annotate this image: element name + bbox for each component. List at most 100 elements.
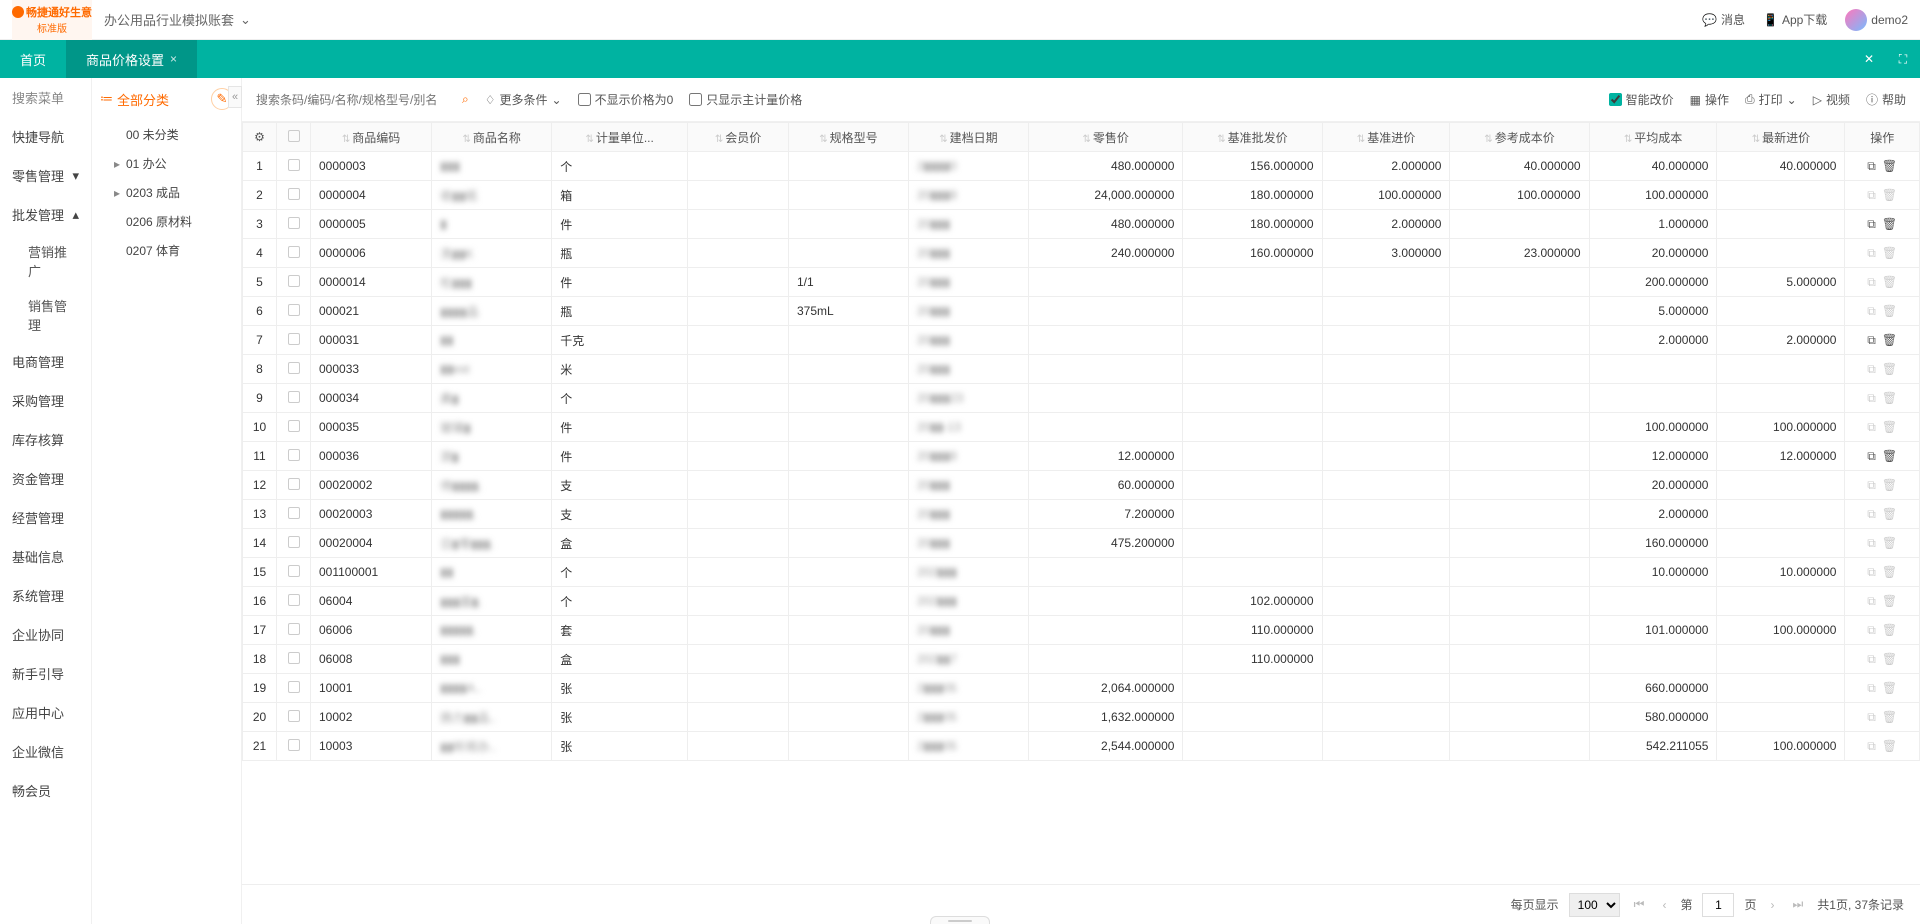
main-unit-checkbox[interactable]: 只显示主计量价格 [689, 91, 802, 108]
category-item[interactable]: 0206 原材料 [100, 207, 233, 236]
table-row[interactable]: 11000036测▮件20▮▮▮812.00000012.00000012.00… [243, 442, 1920, 471]
first-page-button[interactable]: ⏮ [1630, 897, 1649, 912]
per-page-select[interactable]: 100 [1569, 893, 1620, 917]
delete-row-button[interactable]: 🗑 [1882, 681, 1897, 696]
search-input[interactable] [256, 93, 456, 107]
category-item[interactable]: 0207 体育 [100, 236, 233, 265]
delete-row-button[interactable]: 🗑 [1882, 710, 1897, 725]
fullscreen-button[interactable]: ⛶ [1886, 52, 1920, 67]
search-icon[interactable]: ⌕ [462, 92, 469, 107]
nav-item[interactable]: 新手引导 [0, 654, 91, 693]
nav-item[interactable]: 资金管理 [0, 459, 91, 498]
nav-item[interactable]: 经营管理 [0, 498, 91, 537]
row-checkbox[interactable] [288, 304, 300, 316]
smart-price-button[interactable]: 智能改价 [1609, 91, 1674, 108]
category-item[interactable]: ▸01 办公 [100, 149, 233, 178]
column-header[interactable]: ⇅会员价 [688, 123, 789, 152]
copy-row-button[interactable]: ⧉ [1867, 507, 1876, 522]
table-row[interactable]: 2010002扬力▮▮品..张2▮▮▮051,632.000000580.000… [243, 703, 1920, 732]
column-header[interactable]: ⇅计量单位... [552, 123, 688, 152]
delete-row-button[interactable]: 🗑 [1882, 275, 1897, 290]
row-checkbox[interactable] [288, 565, 300, 577]
delete-row-button[interactable]: 🗑 [1882, 652, 1897, 667]
copy-row-button[interactable]: ⧉ [1867, 188, 1876, 203]
nav-item[interactable]: 批发管理▴ [0, 195, 91, 234]
nav-search[interactable]: 搜索菜单 [0, 78, 91, 117]
copy-row-button[interactable]: ⧉ [1867, 623, 1876, 638]
table-row[interactable]: 10000035玻璃▮件20▮▮-13100.000000100.000000⧉… [243, 413, 1920, 442]
operations-button[interactable]: ▦操作 [1690, 91, 1729, 108]
delete-row-button[interactable]: 🗑 [1882, 333, 1897, 348]
table-row[interactable]: 7000031▮▮千克20▮▮▮2.0000002.000000⧉🗑 [243, 326, 1920, 355]
row-checkbox[interactable] [288, 681, 300, 693]
tab-home[interactable]: 首页 [0, 40, 66, 78]
column-header[interactable]: 操作 [1845, 123, 1920, 152]
table-scroll[interactable]: ⚙⇅商品编码⇅商品名称⇅计量单位...⇅会员价⇅规格型号⇅建档日期⇅零售价⇅基准… [242, 122, 1920, 884]
page-input[interactable] [1702, 893, 1734, 917]
nav-item[interactable]: 系统管理 [0, 576, 91, 615]
table-row[interactable]: 15001100001▮▮个202▮▮▮10.00000010.000000⧉🗑 [243, 558, 1920, 587]
delete-row-button[interactable]: 🗑 [1882, 391, 1897, 406]
copy-row-button[interactable]: ⧉ [1867, 246, 1876, 261]
row-checkbox[interactable] [288, 623, 300, 635]
row-checkbox[interactable] [288, 159, 300, 171]
copy-row-button[interactable]: ⧉ [1867, 333, 1876, 348]
tab-price-settings[interactable]: 商品价格设置× [66, 40, 197, 78]
more-filters-button[interactable]: ♢更多条件⌄ [485, 91, 562, 108]
close-icon[interactable]: × [170, 52, 177, 66]
nav-item[interactable]: 库存核算 [0, 420, 91, 459]
copy-row-button[interactable]: ⧉ [1867, 652, 1876, 667]
column-header[interactable] [277, 123, 311, 152]
table-row[interactable]: 1300020003▮▮▮▮▮.支20▮▮▮7.2000002.000000⧉🗑 [243, 500, 1920, 529]
row-checkbox[interactable] [288, 507, 300, 519]
table-row[interactable]: 50000014杜▮▮▮件1/120▮▮▮200.0000005.000000⧉… [243, 268, 1920, 297]
copy-row-button[interactable]: ⧉ [1867, 217, 1876, 232]
row-checkbox[interactable] [288, 362, 300, 374]
table-row[interactable]: 1400020004日▮零▮▮▮.盒20▮▮▮475.200000160.000… [243, 529, 1920, 558]
nav-item[interactable]: 采购管理 [0, 381, 91, 420]
nav-item[interactable]: 应用中心 [0, 693, 91, 732]
column-header[interactable]: ⇅规格型号 [788, 123, 908, 152]
copy-row-button[interactable]: ⧉ [1867, 594, 1876, 609]
table-row[interactable]: 20000004收▮▮纸箱20▮▮▮824,000.000000180.0000… [243, 181, 1920, 210]
copy-row-button[interactable]: ⧉ [1867, 304, 1876, 319]
row-checkbox[interactable] [288, 536, 300, 548]
nav-item[interactable]: 企业协同 [0, 615, 91, 654]
table-row[interactable]: 30000005▮件20▮▮▮480.000000180.0000002.000… [243, 210, 1920, 239]
delete-row-button[interactable]: 🗑 [1882, 536, 1897, 551]
delete-row-button[interactable]: 🗑 [1882, 565, 1897, 580]
collapse-panel-button[interactable]: « [228, 86, 242, 108]
nav-item[interactable]: 快捷导航 [0, 117, 91, 156]
last-page-button[interactable]: ⏭ [1788, 897, 1807, 912]
nav-item[interactable]: 零售管理▾ [0, 156, 91, 195]
column-header[interactable]: ⇅商品名称 [432, 123, 552, 152]
delete-row-button[interactable]: 🗑 [1882, 304, 1897, 319]
column-header[interactable]: ⇅参考成本价 [1450, 123, 1589, 152]
next-page-button[interactable]: › [1766, 898, 1778, 912]
category-item[interactable]: 00 未分类 [100, 120, 233, 149]
nav-item[interactable]: 基础信息 [0, 537, 91, 576]
delete-row-button[interactable]: 🗑 [1882, 478, 1897, 493]
row-checkbox[interactable] [288, 594, 300, 606]
copy-row-button[interactable]: ⧉ [1867, 681, 1876, 696]
column-header[interactable]: ⇅商品编码 [311, 123, 432, 152]
copy-row-button[interactable]: ⧉ [1867, 449, 1876, 464]
help-button[interactable]: ⓘ帮助 [1866, 91, 1906, 108]
bottom-drawer-handle[interactable] [930, 916, 990, 924]
table-row[interactable]: 2110003▮▮听将办..张2▮▮▮052,544.000000542.211… [243, 732, 1920, 761]
delete-row-button[interactable]: 🗑 [1882, 420, 1897, 435]
row-checkbox[interactable] [288, 333, 300, 345]
delete-row-button[interactable]: 🗑 [1882, 449, 1897, 464]
delete-row-button[interactable]: 🗑 [1882, 594, 1897, 609]
table-row[interactable]: 40000006洗▮▮K瓶20▮▮▮240.000000160.0000003.… [243, 239, 1920, 268]
copy-row-button[interactable]: ⧉ [1867, 536, 1876, 551]
delete-row-button[interactable]: 🗑 [1882, 362, 1897, 377]
copy-row-button[interactable]: ⧉ [1867, 159, 1876, 174]
close-all-tabs-button[interactable]: ✕ [1852, 52, 1886, 66]
copy-row-button[interactable]: ⧉ [1867, 478, 1876, 493]
column-header[interactable]: ⇅平均成本 [1589, 123, 1717, 152]
account-selector[interactable]: 办公用品行业模拟账套⌄ [104, 10, 251, 29]
messages-button[interactable]: 💬消息 [1702, 11, 1745, 28]
copy-row-button[interactable]: ⧉ [1867, 710, 1876, 725]
nav-sub-item[interactable]: 营销推广 [0, 234, 91, 288]
